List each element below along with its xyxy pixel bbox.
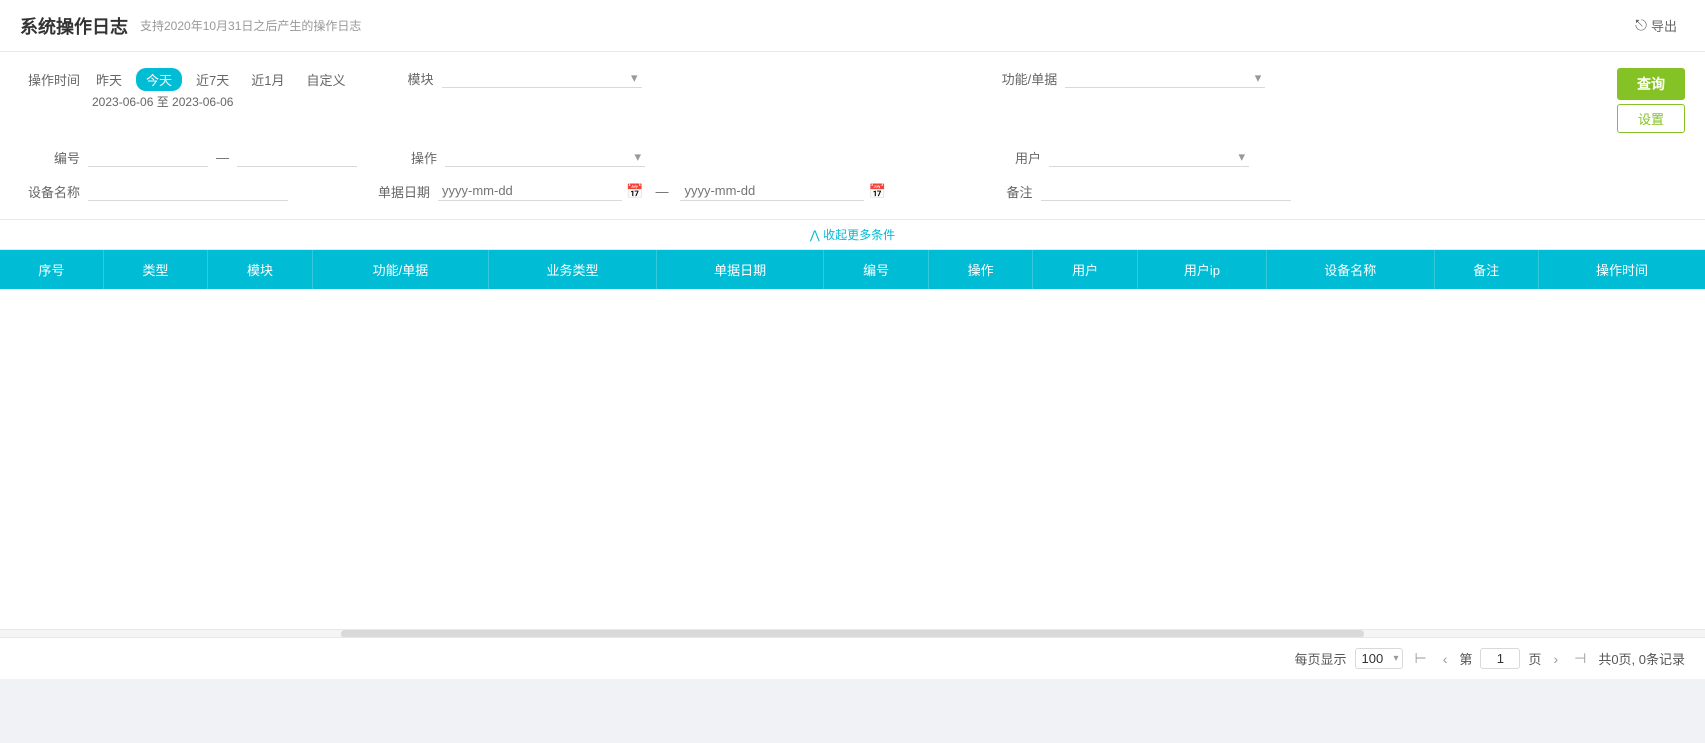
- col-module: 模块: [208, 250, 312, 289]
- device-input[interactable]: [88, 181, 288, 201]
- col-remark: 备注: [1434, 250, 1538, 289]
- query-button[interactable]: 查询: [1617, 68, 1685, 100]
- number-to-input[interactable]: [237, 147, 357, 167]
- remark-input[interactable]: [1041, 181, 1291, 201]
- col-operation: 操作: [928, 250, 1032, 289]
- export-label: 导出: [1651, 16, 1677, 35]
- collapse-up-icon: ⋀: [810, 228, 823, 242]
- last-page-button[interactable]: ⊣: [1570, 648, 1590, 669]
- col-ip: 用户ip: [1137, 250, 1266, 289]
- number-label: 编号: [20, 148, 80, 167]
- page-number-input[interactable]: [1480, 648, 1520, 669]
- time-label: 操作时间: [20, 70, 80, 89]
- date-input-group: 📅 — 📅: [438, 181, 886, 201]
- scrollbar-track: [341, 630, 1364, 637]
- module-select[interactable]: [442, 68, 642, 88]
- title-area: 系统操作日志 支持2020年10月31日之后产生的操作日志: [20, 13, 361, 39]
- col-function: 功能/单据: [312, 250, 488, 289]
- total-info: 共0页, 0条记录: [1598, 649, 1685, 668]
- number-dash: —: [216, 150, 229, 165]
- user-select-wrapper: ▾: [1049, 147, 1249, 167]
- time-buttons: 昨天 今天 近7天 近1月 自定义: [88, 68, 354, 91]
- page-title: 系统操作日志: [20, 13, 128, 39]
- per-page-wrapper: 100 50 200 ▾: [1355, 648, 1403, 669]
- number-from-input[interactable]: [88, 147, 208, 167]
- date-label: 单据日期: [360, 182, 430, 201]
- user-label: 用户: [981, 148, 1041, 167]
- col-index: 序号: [0, 250, 103, 289]
- operation-label: 操作: [377, 148, 437, 167]
- collapse-label: 收起更多条件: [823, 228, 895, 242]
- col-biztype: 业务类型: [489, 250, 657, 289]
- user-select[interactable]: [1049, 147, 1249, 167]
- col-type: 类型: [103, 250, 207, 289]
- col-number: 编号: [824, 250, 928, 289]
- collapse-bar[interactable]: ⋀ 收起更多条件: [0, 220, 1705, 250]
- per-page-label: 每页显示: [1295, 649, 1347, 668]
- module-label: 模块: [374, 69, 434, 88]
- function-select[interactable]: [1065, 68, 1265, 88]
- date-dash: —: [655, 184, 668, 199]
- date-to-input[interactable]: [680, 181, 864, 201]
- time-btn-yesterday[interactable]: 昨天: [88, 68, 130, 91]
- time-btn-today[interactable]: 今天: [136, 68, 182, 91]
- device-label: 设备名称: [20, 182, 80, 201]
- data-table: 序号 类型 模块 功能/单据 业务类型 单据日期 编号 操作 用户 用户ip 设…: [0, 250, 1705, 289]
- main-content: 序号 类型 模块 功能/单据 业务类型 单据日期 编号 操作 用户 用户ip 设…: [0, 250, 1705, 629]
- operation-select[interactable]: [445, 147, 645, 167]
- scrollbar-area[interactable]: [0, 629, 1705, 637]
- function-label: 功能/单据: [997, 69, 1057, 88]
- col-user: 用户: [1033, 250, 1137, 289]
- table-header: 序号 类型 模块 功能/单据 业务类型 单据日期 编号 操作 用户 用户ip 设…: [0, 250, 1705, 289]
- pagination-bar: 每页显示 100 50 200 ▾ ⊢ ‹ 第 页 › ⊣ 共0页, 0条记录: [0, 637, 1705, 679]
- col-device: 设备名称: [1266, 250, 1434, 289]
- page-label: 第: [1459, 649, 1472, 668]
- table-header-row: 序号 类型 模块 功能/单据 业务类型 单据日期 编号 操作 用户 用户ip 设…: [0, 250, 1705, 289]
- date-from-input[interactable]: [438, 181, 622, 201]
- time-btn-7days[interactable]: 近7天: [188, 68, 237, 91]
- per-page-select[interactable]: 100 50 200: [1355, 648, 1403, 669]
- function-select-wrapper: ▾: [1065, 68, 1265, 88]
- action-buttons: 查询 设置: [1617, 68, 1685, 133]
- export-button[interactable]: ⎋ 导出: [1627, 12, 1685, 39]
- operation-select-wrapper: ▾: [445, 147, 645, 167]
- remark-label: 备注: [973, 182, 1033, 201]
- page-header: 系统操作日志 支持2020年10月31日之后产生的操作日志 ⎋ 导出: [0, 0, 1705, 52]
- col-optime: 操作时间: [1539, 250, 1705, 289]
- next-page-button[interactable]: ›: [1549, 649, 1562, 669]
- empty-area: [0, 289, 1705, 629]
- page-subtitle: 支持2020年10月31日之后产生的操作日志: [140, 17, 361, 34]
- prev-page-button[interactable]: ‹: [1439, 649, 1452, 669]
- filter-area: 操作时间 昨天 今天 近7天 近1月 自定义 2023-06-06 至 2023…: [0, 52, 1705, 220]
- calendar-from-icon[interactable]: 📅: [626, 183, 643, 200]
- time-btn-1month[interactable]: 近1月: [243, 68, 292, 91]
- export-icon: ⎋: [1635, 17, 1647, 34]
- col-date: 单据日期: [656, 250, 824, 289]
- time-range-text: 2023-06-06 至 2023-06-06: [92, 95, 233, 109]
- page-unit: 页: [1528, 649, 1541, 668]
- calendar-to-icon[interactable]: 📅: [868, 183, 885, 200]
- first-page-button[interactable]: ⊢: [1411, 648, 1431, 669]
- module-select-wrapper: ▾: [442, 68, 642, 88]
- time-btn-custom[interactable]: 自定义: [299, 68, 354, 91]
- settings-button[interactable]: 设置: [1617, 104, 1685, 133]
